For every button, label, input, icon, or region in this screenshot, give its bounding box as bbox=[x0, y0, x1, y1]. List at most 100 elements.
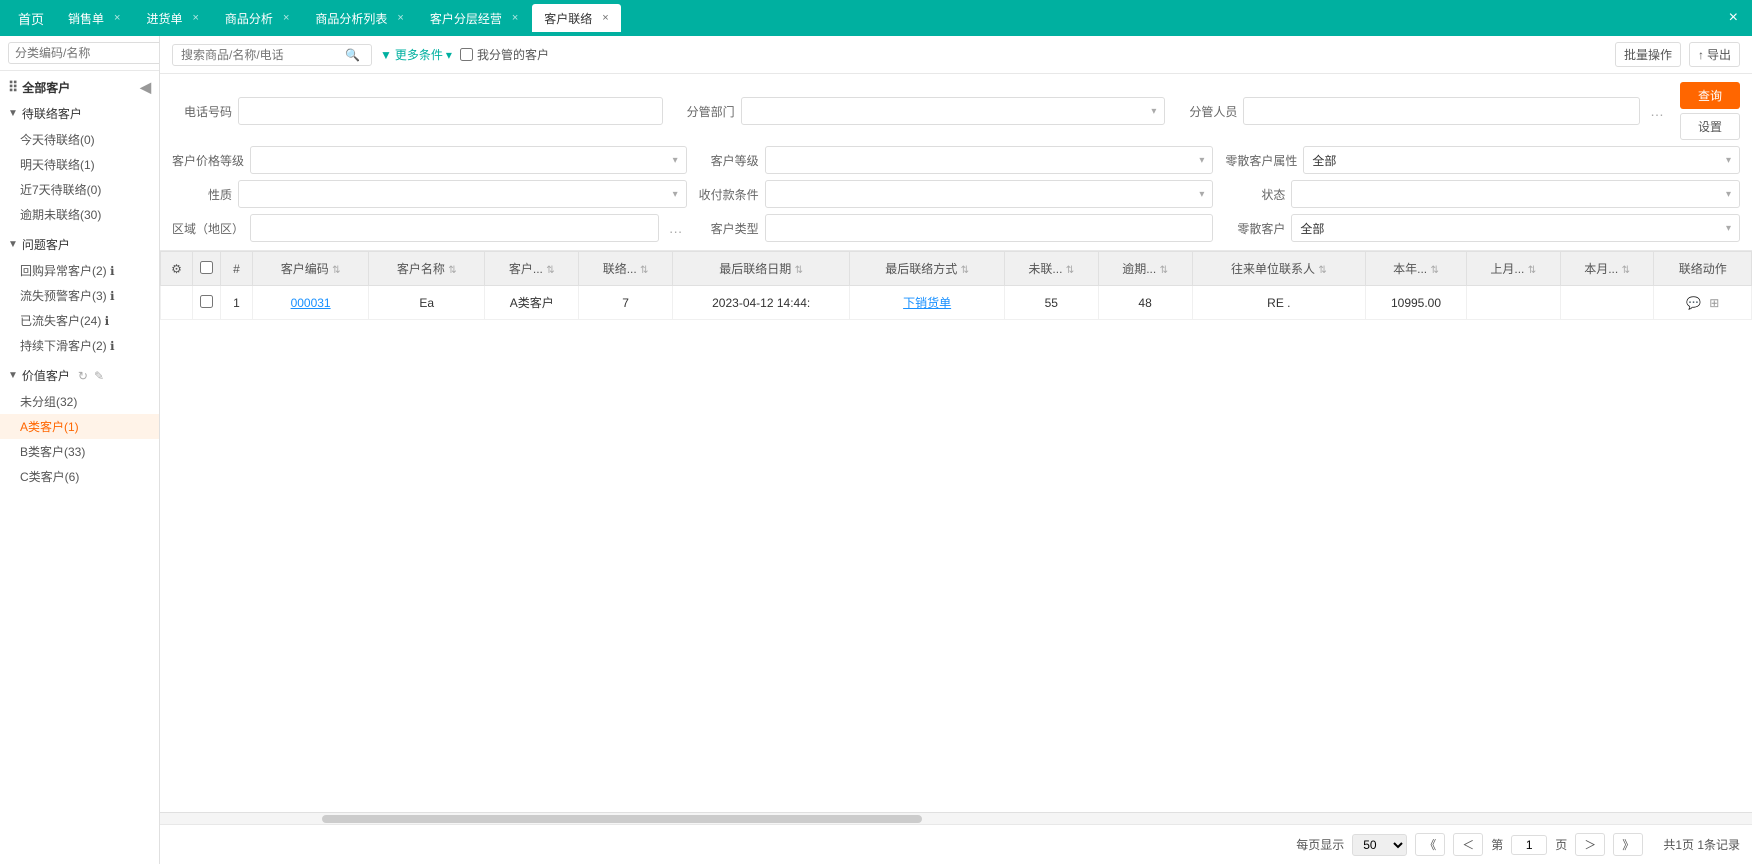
sidebar-item-churned[interactable]: 已流失客户(24) ℹ bbox=[0, 308, 159, 333]
sort-icon-tmonth[interactable]: ⇅ bbox=[1622, 265, 1630, 276]
sidebar-item-churn-warning[interactable]: 流失预警客户(3) ℹ bbox=[0, 283, 159, 308]
export-btn[interactable]: ↑ 导出 bbox=[1689, 42, 1740, 67]
sidebar-section-value-title[interactable]: ▼ 价值客户 ↻ ✎ bbox=[0, 362, 159, 389]
sidebar-item-class-c[interactable]: C类客户(6) bbox=[0, 464, 159, 489]
chevron-down-icon5: ▾ bbox=[1199, 189, 1204, 200]
sidebar-search-input[interactable] bbox=[8, 42, 160, 64]
filter-phone-input[interactable] bbox=[238, 97, 663, 125]
page-input[interactable] bbox=[1511, 835, 1547, 855]
filter-price-grade-select[interactable]: ▾ bbox=[250, 146, 687, 174]
row-action-icons: 💬 ⊞ bbox=[1660, 296, 1745, 310]
sidebar-collapse-btn[interactable]: ◀ bbox=[140, 79, 151, 96]
row-code-value[interactable]: 000031 bbox=[291, 296, 331, 310]
nav-tab-purchase-close[interactable]: × bbox=[192, 12, 198, 24]
col-contact-count-label: 联络... bbox=[603, 262, 637, 276]
nav-tab-customer-contact-close[interactable]: × bbox=[602, 12, 608, 24]
settings-btn[interactable]: 设置 bbox=[1680, 113, 1740, 140]
grid-icon: ⠿ bbox=[8, 79, 18, 96]
sidebar-item-today[interactable]: 今天待联络(0) bbox=[0, 127, 159, 152]
row-last-contact-method-value[interactable]: 下销货单 bbox=[903, 296, 951, 310]
col-customer-code: 客户编码 ⇅ bbox=[253, 252, 369, 286]
sidebar-item-declining[interactable]: 持续下滑客户(2) ℹ bbox=[0, 333, 159, 358]
nav-tab-sales-label: 销售单 bbox=[68, 10, 104, 27]
col-this-month-label: 本月... bbox=[1584, 262, 1618, 276]
scrollbar-thumb[interactable] bbox=[322, 815, 922, 823]
settings-icon[interactable]: ⚙ bbox=[171, 262, 182, 276]
pending-contact-label: 待联络客户 bbox=[22, 105, 82, 122]
nav-tab-sales-close[interactable]: × bbox=[114, 12, 120, 24]
refresh-icon[interactable]: ↻ bbox=[78, 369, 88, 383]
sidebar-item-7days[interactable]: 近7天待联络(0) bbox=[0, 177, 159, 202]
filter-dept-select[interactable]: ▾ bbox=[741, 97, 1166, 125]
nav-tab-customer-layer-close[interactable]: × bbox=[512, 12, 518, 24]
sidebar-item-class-a[interactable]: A类客户(1) bbox=[0, 414, 159, 439]
filter-nature-select[interactable]: ▾ bbox=[238, 180, 687, 208]
row-checkbox[interactable] bbox=[200, 295, 213, 308]
filter-retail-attr-select[interactable]: 全部 ▾ bbox=[1303, 146, 1740, 174]
batch-operation-btn[interactable]: 批量操作 bbox=[1615, 42, 1681, 67]
sort-icon-person[interactable]: ⇅ bbox=[1318, 265, 1326, 276]
chat-icon[interactable]: 💬 bbox=[1686, 296, 1701, 310]
nav-home[interactable]: 首页 bbox=[8, 9, 54, 28]
nav-tab-customer-contact[interactable]: 客户联络 × bbox=[532, 4, 620, 32]
sort-icon-year[interactable]: ⇅ bbox=[1430, 265, 1438, 276]
nav-tab-analysis-list[interactable]: 商品分析列表 × bbox=[303, 4, 415, 32]
sort-icon-type[interactable]: ⇅ bbox=[546, 265, 554, 276]
nav-tab-purchase[interactable]: 进货单 × bbox=[134, 4, 210, 32]
filter-retail-select[interactable]: 全部 ▾ bbox=[1291, 214, 1740, 242]
my-customer-checkbox[interactable] bbox=[460, 48, 473, 61]
nav-tab-analysis-close[interactable]: × bbox=[283, 12, 289, 24]
filter-payment-select[interactable]: ▾ bbox=[765, 180, 1214, 208]
sidebar-item-overdue[interactable]: 逾期未联络(30) bbox=[0, 202, 159, 227]
filter-status-select[interactable]: ▾ bbox=[1291, 180, 1740, 208]
sort-icon-lmonth[interactable]: ⇅ bbox=[1528, 265, 1536, 276]
sidebar-item-tomorrow[interactable]: 明天待联络(1) bbox=[0, 152, 159, 177]
sort-icon-overdue[interactable]: ⇅ bbox=[1160, 265, 1168, 276]
row-overdue-value: 48 bbox=[1138, 296, 1151, 310]
filter-manager-input[interactable] bbox=[1243, 97, 1640, 125]
sidebar-section-problem-title[interactable]: ▼ 问题客户 bbox=[0, 231, 159, 258]
toolbar-search-input[interactable] bbox=[181, 48, 341, 62]
edit-icon[interactable]: ✎ bbox=[94, 369, 104, 383]
sort-icon-contact[interactable]: ⇅ bbox=[640, 265, 648, 276]
filter-row-2: 客户价格等级 ▾ 客户等级 ▾ 零散客户属性 全部 bbox=[172, 146, 1740, 174]
col-customer-name: 客户名称 ⇅ bbox=[369, 252, 485, 286]
sort-icon-uncontacted[interactable]: ⇅ bbox=[1066, 265, 1074, 276]
my-customer-checkbox-area: 我分管的客户 bbox=[460, 46, 549, 63]
query-btn[interactable]: 查询 bbox=[1680, 82, 1740, 109]
sort-icon-date[interactable]: ⇅ bbox=[795, 265, 803, 276]
filter-manager-dots[interactable]: … bbox=[1646, 103, 1668, 119]
filter-retail-value: 全部 bbox=[1300, 220, 1324, 237]
nav-tab-customer-layer[interactable]: 客户分层经营 × bbox=[418, 4, 530, 32]
first-page-btn[interactable]: 《 bbox=[1415, 833, 1445, 856]
nav-window-close[interactable]: × bbox=[1723, 9, 1744, 27]
nav-tab-analysis-list-close[interactable]: × bbox=[397, 12, 403, 24]
next-page-btn[interactable]: ＞ bbox=[1575, 833, 1605, 856]
prev-page-btn[interactable]: ＜ bbox=[1453, 833, 1483, 856]
nav-tab-analysis[interactable]: 商品分析 × bbox=[213, 4, 301, 32]
filter-customer-type-input[interactable] bbox=[765, 214, 1214, 242]
sort-icon-method[interactable]: ⇅ bbox=[961, 265, 969, 276]
horizontal-scrollbar[interactable] bbox=[160, 812, 1752, 824]
more-filters-btn[interactable]: ▼ 更多条件 ▾ bbox=[380, 46, 452, 63]
last-page-btn[interactable]: 》 bbox=[1613, 833, 1643, 856]
filter-buttons: 查询 设置 bbox=[1680, 82, 1740, 140]
sort-icon-code[interactable]: ⇅ bbox=[332, 265, 340, 276]
sidebar-section-pending-title[interactable]: ▼ 待联络客户 bbox=[0, 100, 159, 127]
sidebar-item-class-b[interactable]: B类客户(33) bbox=[0, 439, 159, 464]
filter-customer-grade-select[interactable]: ▾ bbox=[765, 146, 1214, 174]
filter-region-input[interactable] bbox=[250, 214, 659, 242]
nav-tab-sales[interactable]: 销售单 × bbox=[56, 4, 132, 32]
filter-region-dots[interactable]: … bbox=[665, 220, 687, 236]
filter-price-grade: 客户价格等级 ▾ bbox=[172, 146, 687, 174]
col-contact-count: 联络... ⇅ bbox=[579, 252, 673, 286]
sidebar-item-repurchase[interactable]: 回购异常客户(2) ℹ bbox=[0, 258, 159, 283]
sort-icon-name[interactable]: ⇅ bbox=[448, 265, 456, 276]
per-page-select[interactable]: 50 100 200 bbox=[1352, 834, 1407, 856]
col-settings[interactable]: ⚙ bbox=[161, 252, 193, 286]
select-all-checkbox[interactable] bbox=[200, 261, 213, 274]
filter-manager: 分管人员 … bbox=[1177, 97, 1668, 125]
toolbar-search-icon[interactable]: 🔍 bbox=[345, 48, 360, 62]
sidebar-item-ungrouped[interactable]: 未分组(32) bbox=[0, 389, 159, 414]
more-icon[interactable]: ⊞ bbox=[1709, 296, 1719, 310]
